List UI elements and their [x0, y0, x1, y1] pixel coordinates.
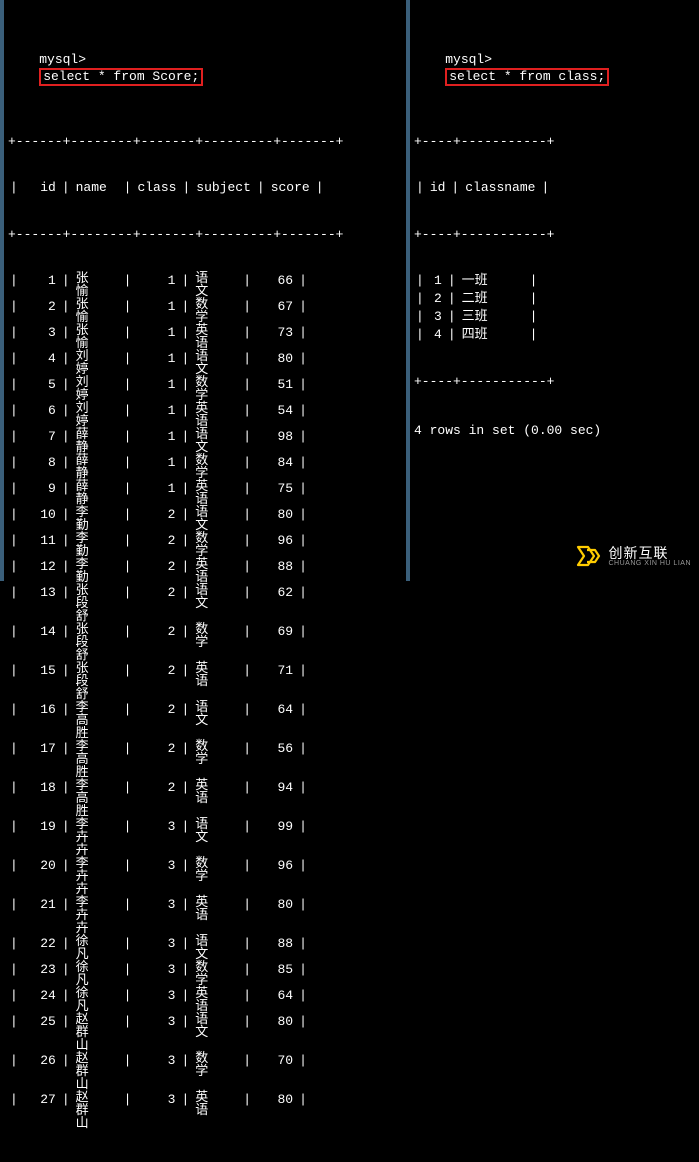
left-rule-top: +------+--------+-------+---------+-----…: [8, 134, 398, 149]
right-rule-top: +----+-----------+: [414, 134, 695, 149]
terminal-pane-right[interactable]: mysql> select * from class; +----+------…: [406, 0, 699, 581]
table-row: |13|张段舒|2|语文|62|: [8, 584, 309, 623]
table-row: |15|张段舒|2|英语|71|: [8, 662, 309, 701]
left-rule-bottom: +------+--------+-------+---------+-----…: [8, 1160, 398, 1162]
right-status: 4 rows in set (0.00 sec): [414, 423, 695, 438]
table-row: |6|刘婷|1|英语|54|: [8, 402, 309, 428]
table-row: |26|赵群山|3|数学|70|: [8, 1052, 309, 1091]
watermark: 创新互联 CHUANG XIN HU LIAN: [572, 541, 691, 571]
table-row: |22|徐凡|3|语文|88|: [8, 935, 309, 961]
table-row: |1|张愉|1|语文|66|: [8, 272, 309, 298]
score-header-row: |id |name |class |subject |score |: [8, 179, 326, 197]
table-row: |19|李卉卉|3|语文|99|: [8, 818, 309, 857]
table-row: |2|二班|: [414, 290, 539, 308]
table-row: |25|赵群山|3|语文|80|: [8, 1013, 309, 1052]
table-row: |3|三班|: [414, 308, 539, 326]
table-row: |27|赵群山|3|英语|80|: [8, 1091, 309, 1130]
left-prompt-line: mysql> select * from Score;: [8, 36, 398, 102]
class-table: |id |classname |: [414, 179, 551, 197]
table-row: |4|四班|: [414, 326, 539, 344]
table-row: |12|李勤|2|英语|88|: [8, 558, 309, 584]
watermark-text: 创新互联 CHUANG XIN HU LIAN: [608, 546, 691, 567]
left-sql-command: select * from Score;: [39, 68, 203, 86]
left-rule-mid: +------+--------+-------+---------+-----…: [8, 227, 398, 242]
mysql-prompt: mysql>: [39, 52, 86, 67]
terminal-pane-left[interactable]: mysql> select * from Score; +------+----…: [0, 0, 402, 581]
col-id: id: [20, 179, 60, 197]
class-table-body: |1|一班||2|二班||3|三班||4|四班|: [414, 272, 539, 344]
col-subject: subject: [192, 179, 255, 197]
table-row: |11|李勤|2|数学|96|: [8, 532, 309, 558]
class-header-row: |id |classname |: [414, 179, 551, 197]
right-prompt-line: mysql> select * from class;: [414, 36, 695, 102]
watermark-logo-icon: [572, 541, 602, 571]
watermark-en: CHUANG XIN HU LIAN: [608, 560, 691, 567]
table-row: |3|张愉|1|英语|73|: [8, 324, 309, 350]
table-row: |20|李卉卉|3|数学|96|: [8, 857, 309, 896]
table-row: |10|李勤|2|语文|80|: [8, 506, 309, 532]
table-row: |7|薛静|1|语文|98|: [8, 428, 309, 454]
right-sql-command: select * from class;: [445, 68, 609, 86]
table-row: |18|李高胜|2|英语|94|: [8, 779, 309, 818]
col-id: id: [426, 179, 450, 197]
right-rule-mid: +----+-----------+: [414, 227, 695, 242]
mysql-prompt: mysql>: [445, 52, 492, 67]
table-row: |16|李高胜|2|语文|64|: [8, 701, 309, 740]
table-row: |5|刘婷|1|数学|51|: [8, 376, 309, 402]
table-row: |2|张愉|1|数学|67|: [8, 298, 309, 324]
score-table-body: |1|张愉|1|语文|66||2|张愉|1|数学|67||3|张愉|1|英语|7…: [8, 272, 309, 1130]
table-row: |4|刘婷|1|语文|80|: [8, 350, 309, 376]
score-table: |id |name |class |subject |score |: [8, 179, 326, 197]
col-score: score: [267, 179, 314, 197]
table-row: |8|薛静|1|数学|84|: [8, 454, 309, 480]
col-classname: classname: [461, 179, 539, 197]
right-rule-bottom: +----+-----------+: [414, 374, 695, 389]
col-name: name: [72, 179, 122, 197]
table-row: |1|一班|: [414, 272, 539, 290]
col-class: class: [133, 179, 180, 197]
table-row: |21|李卉卉|3|英语|80|: [8, 896, 309, 935]
table-row: |14|张段舒|2|数学|69|: [8, 623, 309, 662]
table-row: |24|徐凡|3|英语|64|: [8, 987, 309, 1013]
table-row: |9|薛静|1|英语|75|: [8, 480, 309, 506]
table-row: |23|徐凡|3|数学|85|: [8, 961, 309, 987]
watermark-cn: 创新互联: [608, 546, 691, 560]
table-row: |17|李高胜|2|数学|56|: [8, 740, 309, 779]
